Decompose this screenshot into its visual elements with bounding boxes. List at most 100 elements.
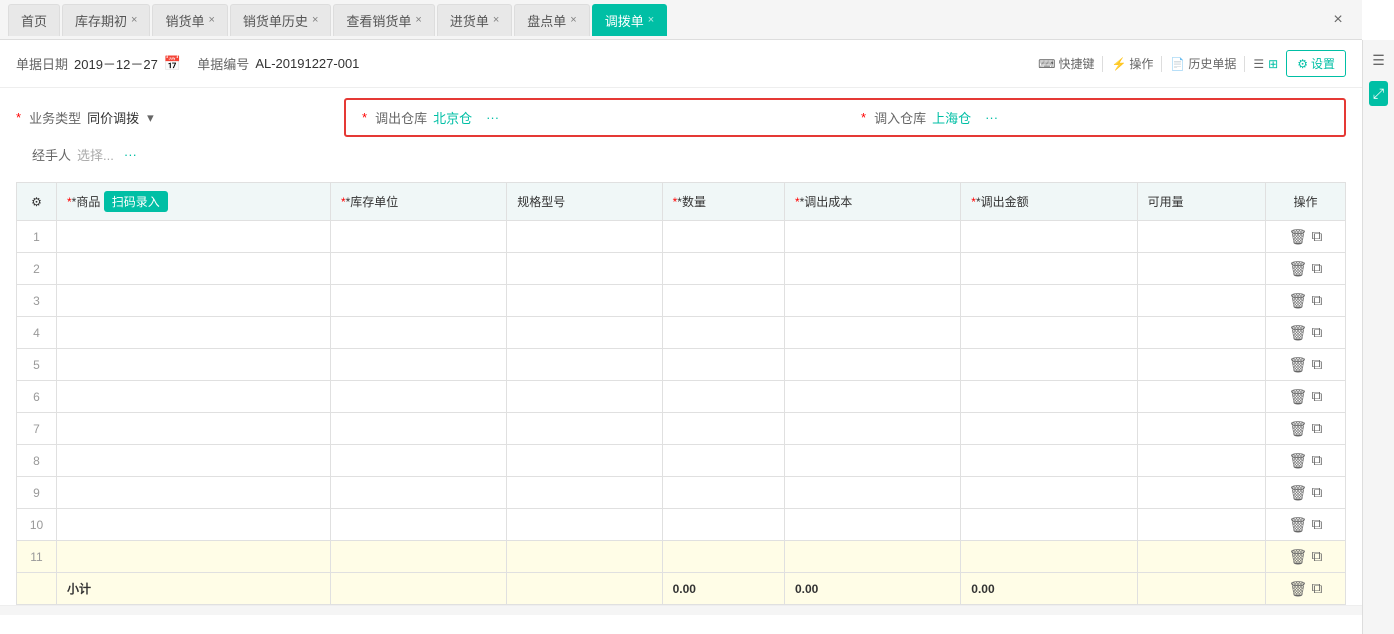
row-amount-7[interactable] [961, 413, 1137, 445]
copy-icon-10[interactable]: ⧉ [1312, 516, 1323, 533]
row-cost-2[interactable] [784, 253, 960, 285]
date-value[interactable]: 2019－12－27 [74, 54, 158, 73]
row-quantity-5[interactable] [662, 349, 784, 381]
bottom-scrollbar[interactable] [0, 605, 1362, 615]
row-amount-2[interactable] [961, 253, 1137, 285]
row-amount-6[interactable] [961, 381, 1137, 413]
delete-icon-4[interactable]: 🗑 [1289, 324, 1308, 342]
row-amount-11[interactable] [961, 541, 1137, 573]
delete-icon-10[interactable]: 🗑 [1289, 516, 1308, 534]
tab-view-sales[interactable]: 查看销货单 × [333, 4, 434, 36]
row-quantity-1[interactable] [662, 221, 784, 253]
subtotal-copy-icon[interactable]: ⧉ [1312, 580, 1323, 597]
row-cost-3[interactable] [784, 285, 960, 317]
row-cost-4[interactable] [784, 317, 960, 349]
row-cost-7[interactable] [784, 413, 960, 445]
row-quantity-11[interactable] [662, 541, 784, 573]
row-product-7[interactable] [57, 413, 331, 445]
tab-sales-history-close[interactable]: × [312, 14, 318, 26]
row-quantity-6[interactable] [662, 381, 784, 413]
tab-view-sales-close[interactable]: × [415, 14, 421, 26]
row-quantity-8[interactable] [662, 445, 784, 477]
copy-icon-2[interactable]: ⧉ [1312, 260, 1323, 277]
row-cost-6[interactable] [784, 381, 960, 413]
row-product-4[interactable] [57, 317, 331, 349]
tab-purchase-close[interactable]: × [493, 14, 499, 26]
tab-sales-order-close[interactable]: × [208, 14, 214, 26]
col-settings[interactable]: ⚙ [17, 183, 57, 221]
row-amount-5[interactable] [961, 349, 1137, 381]
copy-icon-7[interactable]: ⧉ [1312, 420, 1323, 437]
row-product-1[interactable] [57, 221, 331, 253]
tab-inventory-check[interactable]: 盘点单 × [514, 4, 589, 36]
tab-transfer[interactable]: 调拨单 × [592, 4, 667, 36]
tab-inventory-init-close[interactable]: × [131, 14, 137, 26]
row-quantity-9[interactable] [662, 477, 784, 509]
delete-icon-1[interactable]: 🗑 [1289, 228, 1308, 246]
tab-inventory-init[interactable]: 库存期初 × [62, 4, 150, 36]
tab-sales-history[interactable]: 销货单历史 × [230, 4, 331, 36]
row-amount-10[interactable] [961, 509, 1137, 541]
layout-icon-2[interactable]: ⊞ [1268, 57, 1278, 71]
row-product-3[interactable] [57, 285, 331, 317]
row-product-8[interactable] [57, 445, 331, 477]
row-amount-3[interactable] [961, 285, 1137, 317]
handler-more[interactable]: ··· [124, 147, 137, 162]
delete-icon-2[interactable]: 🗑 [1289, 260, 1308, 278]
delete-icon-6[interactable]: 🗑 [1289, 388, 1308, 406]
copy-icon-9[interactable]: ⧉ [1312, 484, 1323, 501]
row-amount-9[interactable] [961, 477, 1137, 509]
operation-button[interactable]: ⚡ 操作 [1111, 55, 1153, 72]
shortcut-button[interactable]: ⌨ 快捷键 [1038, 55, 1094, 72]
copy-icon-4[interactable]: ⧉ [1312, 324, 1323, 341]
row-product-6[interactable] [57, 381, 331, 413]
scan-button[interactable]: 扫码录入 [104, 191, 168, 212]
business-type-select[interactable]: 同价调拨 ▾ [87, 108, 154, 127]
copy-icon-1[interactable]: ⧉ [1312, 228, 1323, 245]
copy-icon-11[interactable]: ⧉ [1312, 548, 1323, 565]
sidebar-expand-icon[interactable]: ⤢ [1369, 81, 1388, 106]
delete-icon-9[interactable]: 🗑 [1289, 484, 1308, 502]
row-quantity-10[interactable] [662, 509, 784, 541]
row-quantity-3[interactable] [662, 285, 784, 317]
row-amount-4[interactable] [961, 317, 1137, 349]
warehouse-in-more[interactable]: ··· [985, 110, 998, 125]
row-amount-8[interactable] [961, 445, 1137, 477]
delete-icon-3[interactable]: 🗑 [1289, 292, 1308, 310]
history-button[interactable]: 📄 历史单据 [1170, 55, 1236, 72]
row-product-9[interactable] [57, 477, 331, 509]
row-quantity-4[interactable] [662, 317, 784, 349]
copy-icon-8[interactable]: ⧉ [1312, 452, 1323, 469]
settings-button[interactable]: ⚙ 设置 [1286, 50, 1346, 77]
row-product-10[interactable] [57, 509, 331, 541]
row-cost-8[interactable] [784, 445, 960, 477]
row-product-11[interactable] [57, 541, 331, 573]
row-product-5[interactable] [57, 349, 331, 381]
tab-sales-order[interactable]: 销货单 × [152, 4, 227, 36]
row-cost-1[interactable] [784, 221, 960, 253]
copy-icon-6[interactable]: ⧉ [1312, 388, 1323, 405]
tab-home[interactable]: 首页 [8, 4, 60, 36]
tab-transfer-close[interactable]: × [648, 14, 654, 26]
delete-icon-11[interactable]: 🗑 [1289, 548, 1308, 566]
handler-select[interactable]: 选择... [77, 145, 114, 164]
warehouse-out-value[interactable]: 北京仓 [433, 108, 472, 127]
calendar-icon[interactable]: 📅 [164, 55, 181, 72]
row-cost-9[interactable] [784, 477, 960, 509]
subtotal-delete-icon[interactable]: 🗑 [1289, 580, 1308, 598]
row-quantity-2[interactable] [662, 253, 784, 285]
row-quantity-7[interactable] [662, 413, 784, 445]
delete-icon-8[interactable]: 🗑 [1289, 452, 1308, 470]
row-cost-10[interactable] [784, 509, 960, 541]
row-product-2[interactable] [57, 253, 331, 285]
delete-icon-7[interactable]: 🗑 [1289, 420, 1308, 438]
row-amount-1[interactable] [961, 221, 1137, 253]
warehouse-in-value[interactable]: 上海仓 [932, 108, 971, 127]
row-cost-11[interactable] [784, 541, 960, 573]
layout-icon-1[interactable]: ☰ [1253, 57, 1264, 71]
row-cost-5[interactable] [784, 349, 960, 381]
tab-purchase[interactable]: 进货单 × [437, 4, 512, 36]
warehouse-out-more[interactable]: ··· [486, 110, 499, 125]
copy-icon-3[interactable]: ⧉ [1312, 292, 1323, 309]
page-close-button[interactable]: × [1322, 4, 1354, 36]
